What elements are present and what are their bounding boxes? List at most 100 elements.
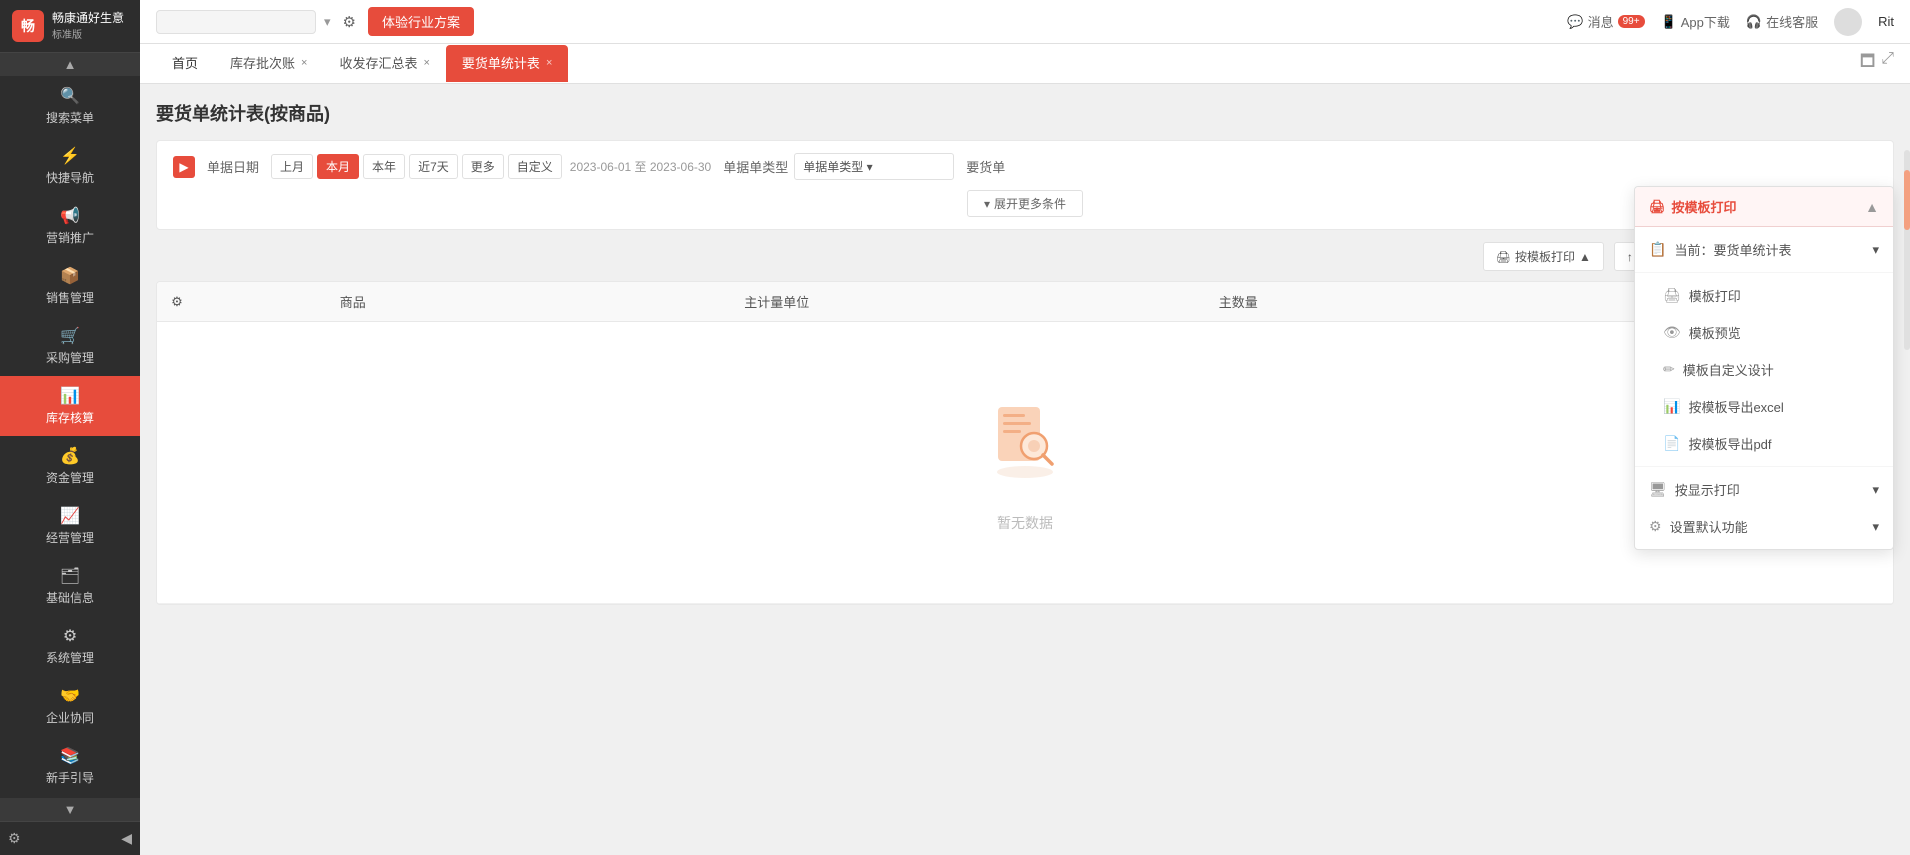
search-input[interactable]	[156, 10, 316, 34]
expand-more-button[interactable]: ▾ 展开更多条件	[967, 190, 1083, 217]
date-buttons: 上月 本月 本年 近7天 更多 自定义 2023-06-01 至 2023-06…	[271, 154, 711, 179]
page-content: 要货单统计表(按商品) ▶ 单据日期 上月 本月 本年 近7天 更多 自定义 2…	[140, 84, 1910, 855]
sidebar-item-10[interactable]: 🤝企业协同	[0, 676, 140, 736]
trial-button[interactable]: 体验行业方案	[368, 7, 474, 36]
sidebar-scroll-up[interactable]: ▲	[0, 53, 140, 76]
app-download-icon: 📱	[1661, 14, 1677, 30]
sidebar-item-9[interactable]: ⚙系统管理	[0, 616, 140, 676]
nav-icon-3: 📦	[60, 266, 80, 286]
print-item-template-preview[interactable]: 👁 模板预览	[1635, 314, 1893, 351]
filter-toggle-button[interactable]: ▶	[173, 156, 195, 178]
tab-inventory-batch-close[interactable]: ×	[301, 57, 307, 69]
date-btn-lastmonth[interactable]: 上月	[271, 154, 313, 179]
date-btn-thisyear[interactable]: 本年	[363, 154, 405, 179]
col-product: 商品	[197, 282, 509, 322]
set-default-chevron: ▾	[1872, 519, 1879, 535]
print-template-label: 按模板打印	[1515, 248, 1575, 265]
sidebar-item-2[interactable]: 📢营销推广	[0, 196, 140, 256]
tab-order-stats-close[interactable]: ×	[546, 57, 552, 69]
sidebar-item-7[interactable]: 📈经营管理	[0, 496, 140, 556]
export-pdf-icon: 📄	[1663, 435, 1680, 452]
display-print-icon: 🖥	[1649, 481, 1667, 498]
nav-label-9: 系统管理	[46, 649, 94, 666]
current-template-item[interactable]: 📋 当前：要货单统计表 ▾	[1635, 231, 1893, 268]
sidebar-item-0[interactable]: 🔍搜索菜单	[0, 76, 140, 136]
print-item-template-print[interactable]: 🖨 模板打印	[1635, 277, 1893, 314]
print-item-export-excel[interactable]: 📊 按模板导出excel	[1635, 388, 1893, 425]
sidebar-item-4[interactable]: 🛒采购管理	[0, 316, 140, 376]
tab-home[interactable]: 首页	[156, 45, 214, 82]
print-dropdown-title: 🖨 按模板打印	[1649, 197, 1737, 216]
sidebar-collapse-icon[interactable]: ◀	[121, 830, 132, 847]
type-select[interactable]: 单据单类型 ▾	[794, 153, 954, 180]
nav-label-6: 资金管理	[46, 469, 94, 486]
nav-icon-5: 📊	[60, 386, 80, 406]
message-badge: 99+	[1618, 15, 1645, 28]
date-btn-custom[interactable]: 自定义	[508, 154, 562, 179]
nav-icon-7: 📈	[60, 506, 80, 526]
tab-receipt-summary-close[interactable]: ×	[423, 57, 429, 69]
nav-icon-6: 💰	[60, 446, 80, 466]
print-dropdown-close-icon[interactable]: ▲	[1865, 199, 1879, 215]
sidebar-item-8[interactable]: 🗂基础信息	[0, 556, 140, 616]
print-item-template-design[interactable]: ✏ 模板自定义设计	[1635, 351, 1893, 388]
tab-restore-icon[interactable]: 🗖	[1860, 50, 1875, 77]
tab-maximize-icon[interactable]: ⤢	[1881, 50, 1894, 77]
tab-receipt-summary[interactable]: 收发存汇总表 ×	[323, 45, 445, 82]
print-template-button[interactable]: 🖨 按模板打印 ▲	[1483, 242, 1604, 271]
sidebar-item-5[interactable]: 📊库存核算	[0, 376, 140, 436]
avatar[interactable]	[1834, 8, 1862, 36]
print-item-export-pdf[interactable]: 📄 按模板导出pdf	[1635, 425, 1893, 462]
col-settings[interactable]: ⚙	[157, 282, 197, 322]
export-icon: ↑	[1627, 250, 1633, 264]
app-download-label: App下载	[1681, 12, 1730, 31]
expand-icon: ▾	[984, 197, 990, 211]
tab-inventory-batch-label: 库存批次账	[230, 53, 295, 72]
nav-label-1: 快捷导航	[46, 169, 94, 186]
sidebar-item-6[interactable]: 💰 资金管理	[0, 436, 140, 496]
nav-icon-11: 📚	[60, 746, 80, 766]
sidebar-scroll-down[interactable]: ▼	[0, 798, 140, 821]
topbar-right: 💬 消息 99+ 📱 App下载 🎧 在线客服 Rit	[1567, 8, 1894, 36]
sidebar-item-3[interactable]: 📦销售管理	[0, 256, 140, 316]
date-btn-7days[interactable]: 近7天	[409, 154, 458, 179]
settings-icon[interactable]: ⚙	[343, 13, 356, 31]
date-btn-thismonth[interactable]: 本月	[317, 154, 359, 179]
app-edition: 标准版	[52, 26, 124, 41]
set-default-icon: ⚙	[1649, 518, 1662, 535]
main-content: ▾ ⚙ 体验行业方案 💬 消息 99+ 📱 App下载 🎧 在线客服 Rit 首…	[140, 0, 1910, 855]
print-display-group[interactable]: 🖥 按显示打印 ▾	[1635, 471, 1893, 508]
table-empty-row: 暂无数据	[157, 322, 1893, 604]
message-button[interactable]: 💬 消息 99+	[1567, 12, 1644, 31]
empty-state: 暂无数据	[171, 332, 1879, 593]
tab-order-stats[interactable]: 要货单统计表 ×	[446, 45, 568, 82]
topbar: ▾ ⚙ 体验行业方案 💬 消息 99+ 📱 App下载 🎧 在线客服 Rit	[140, 0, 1910, 44]
tab-bar: 首页 库存批次账 × 收发存汇总表 × 要货单统计表 × 🗖 ⤢	[140, 44, 1910, 84]
search-chevron-icon[interactable]: ▾	[324, 14, 331, 30]
tab-inventory-batch[interactable]: 库存批次账 ×	[214, 45, 323, 82]
sidebar-settings-icon[interactable]: ⚙	[8, 830, 21, 847]
export-excel-icon: 📊	[1663, 398, 1680, 415]
online-service-label: 在线客服	[1766, 12, 1818, 31]
type-filter: 单据单类型 单据单类型 ▾	[723, 153, 954, 180]
filter-expand-row: ▾ 展开更多条件	[173, 190, 1877, 217]
sidebar-item-1[interactable]: ⚡快捷导航	[0, 136, 140, 196]
right-scrollbar[interactable]	[1904, 150, 1910, 350]
nav-icon-0: 🔍	[60, 86, 80, 106]
template-icon: 📋	[1649, 241, 1666, 258]
online-service-button[interactable]: 🎧 在线客服	[1746, 12, 1818, 31]
set-default-group[interactable]: ⚙ 设置默认功能 ▾	[1635, 508, 1893, 545]
app-download-button[interactable]: 📱 App下载	[1661, 12, 1730, 31]
print-dropdown-title-icon: 🖨	[1649, 199, 1666, 215]
print-dropdown-groups: 🖥 按显示打印 ▾ ⚙ 设置默认功能 ▾	[1635, 467, 1893, 549]
sidebar-item-11[interactable]: 📚新手引导	[0, 736, 140, 796]
date-label: 单据日期	[207, 157, 259, 176]
current-template-chevron: ▾	[1872, 242, 1879, 258]
date-btn-more[interactable]: 更多	[462, 154, 504, 179]
export-pdf-label: 按模板导出pdf	[1688, 434, 1771, 453]
current-template-label: 当前：要货单统计表	[1674, 240, 1791, 259]
template-preview-icon: 👁	[1663, 324, 1681, 341]
message-label: 消息	[1588, 12, 1614, 31]
print-dropdown-items-section: 🖨 模板打印 👁 模板预览 ✏ 模板自定义设计	[1635, 273, 1893, 467]
col-unit: 主计量单位	[509, 282, 1045, 322]
